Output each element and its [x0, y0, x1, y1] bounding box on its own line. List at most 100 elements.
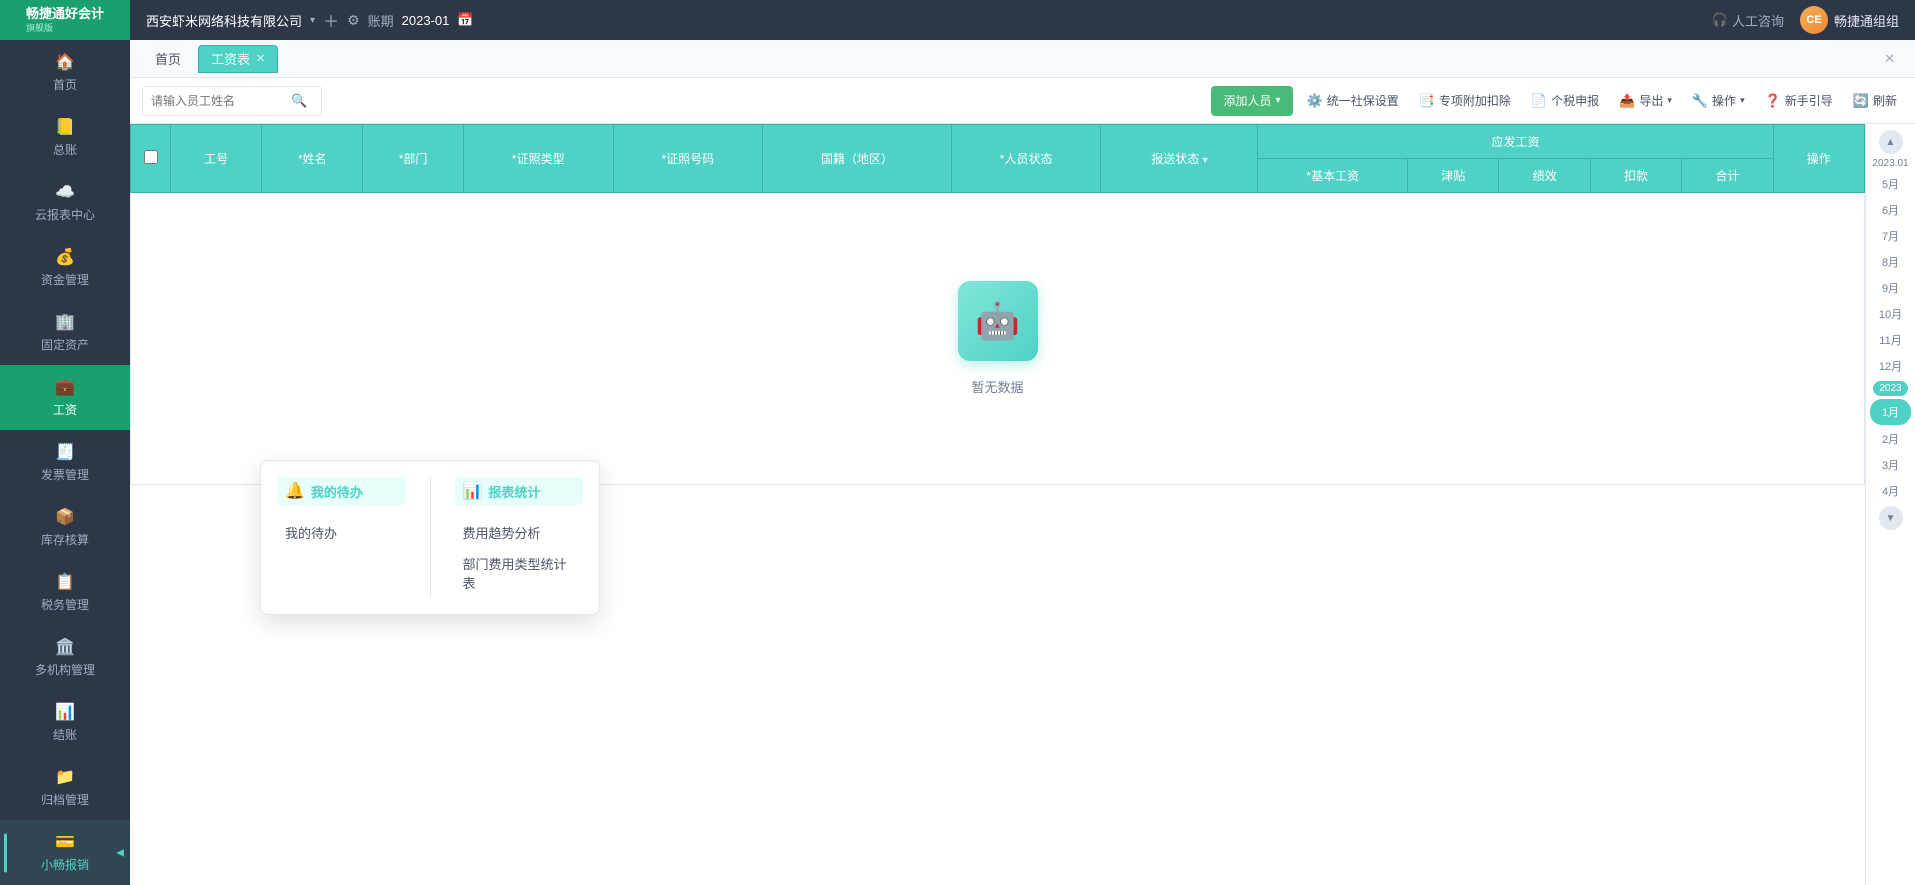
- timeline-month-mar[interactable]: 3月: [1866, 452, 1915, 478]
- sidebar-label-invoice: 发票管理: [41, 466, 89, 483]
- top-right: 🎧 人工咨询 CE 畅捷通组组: [1712, 6, 1915, 34]
- archive-icon: 📁: [55, 767, 75, 787]
- operations-icon: 🔧: [1692, 93, 1708, 109]
- multi-org-icon: 🏛️: [55, 637, 75, 657]
- sidebar-item-cloud-report[interactable]: ☁️ 云报表中心: [0, 170, 130, 235]
- sidebar-item-archive[interactable]: 📁 归档管理: [0, 755, 130, 820]
- tab-home[interactable]: 首页: [142, 45, 194, 73]
- timeline-month-9[interactable]: 9月: [1866, 275, 1915, 301]
- operations-button[interactable]: 🔧 操作 ▾: [1686, 92, 1751, 109]
- timeline-nav-down[interactable]: ▼: [1879, 506, 1903, 530]
- chevron-down-icon[interactable]: ▾: [310, 15, 315, 26]
- guide-icon: ❓: [1765, 93, 1781, 109]
- refresh-label: 刷新: [1873, 92, 1897, 109]
- table-header-employee-id: 工号: [171, 125, 262, 193]
- timeline-month-5[interactable]: 5月: [1866, 171, 1915, 197]
- timeline-nav-up[interactable]: ▲: [1879, 130, 1903, 154]
- tab-close-icon[interactable]: ✕: [256, 52, 265, 65]
- sidebar-item-invoice[interactable]: 🧾 发票管理: [0, 430, 130, 495]
- sidebar-label-tax: 税务管理: [41, 596, 89, 613]
- popup-section-report-title[interactable]: 📊 报表统计: [455, 477, 584, 505]
- special-deduction-button[interactable]: 📑 专项附加扣除: [1413, 92, 1517, 109]
- timeline-month-8[interactable]: 8月: [1866, 249, 1915, 275]
- tax-icon: 📋: [55, 572, 75, 592]
- add-person-label: 添加人员: [1223, 92, 1271, 109]
- sidebar-item-salary[interactable]: 💼 工资: [0, 365, 130, 430]
- social-insurance-icon: ⚙️: [1307, 93, 1323, 109]
- operations-label: 操作: [1712, 92, 1736, 109]
- sidebar-label-home: 首页: [53, 76, 77, 93]
- toolbar: 🔍 添加人员 ▾ ⚙️ 统一社保设置 📑 专项附加扣除 📄 个税申报 📤 导出: [130, 78, 1915, 124]
- user-name: 畅捷通组组: [1834, 11, 1899, 30]
- table-subheader-deductions: 扣款: [1590, 159, 1681, 193]
- logo-area: 畅捷通好会计 旗舰版: [0, 0, 130, 40]
- timeline-month-7[interactable]: 7月: [1866, 223, 1915, 249]
- sidebar-label-fund: 资金管理: [41, 271, 89, 288]
- sidebar-item-ledger[interactable]: 📒 总账: [0, 105, 130, 170]
- report-filter-icon[interactable]: ▾: [1203, 155, 1208, 166]
- company-name[interactable]: 西安虾米网络科技有限公司: [146, 11, 302, 30]
- sidebar: 🏠 首页 📒 总账 ☁️ 云报表中心 💰 资金管理 🏢 固定资产 💼 工资 🧾 …: [0, 40, 130, 885]
- popup-item-dept-cost[interactable]: 部门费用类型统计表: [455, 548, 584, 598]
- inventory-icon: 📦: [55, 507, 75, 527]
- timeline-month-12[interactable]: 12月: [1866, 353, 1915, 379]
- report-section-icon: 📊: [463, 481, 483, 501]
- social-insurance-button[interactable]: ⚙️ 统一社保设置: [1301, 92, 1405, 109]
- expense-icon: 💳: [55, 832, 75, 852]
- export-button[interactable]: 📤 导出 ▾: [1613, 92, 1678, 109]
- sidebar-item-fixed-assets[interactable]: 🏢 固定资产: [0, 300, 130, 365]
- user-area[interactable]: CE 畅捷通组组: [1800, 6, 1899, 34]
- timeline-month-jan[interactable]: 1月: [1870, 399, 1911, 425]
- table-header-nationality: 国籍（地区）: [763, 125, 952, 193]
- sidebar-item-fund[interactable]: 💰 资金管理: [0, 235, 130, 300]
- close-panel-icon[interactable]: ✕: [1884, 51, 1895, 67]
- table-header-should-pay: 应发工资: [1258, 125, 1773, 159]
- avatar-initials: CE: [1806, 14, 1821, 26]
- search-input[interactable]: [151, 94, 291, 108]
- table-subheader-bonus: 津贴: [1408, 159, 1499, 193]
- empty-icon: 🤖: [958, 281, 1038, 361]
- sidebar-item-tax[interactable]: 📋 税务管理: [0, 560, 130, 625]
- timeline-month-11[interactable]: 11月: [1866, 327, 1915, 353]
- table-subheader-total: 合计: [1682, 159, 1773, 193]
- sidebar-item-multi-org[interactable]: 🏛️ 多机构管理: [0, 625, 130, 690]
- add-person-chevron-icon: ▾: [1275, 95, 1280, 106]
- customer-service-button[interactable]: 🎧 人工咨询: [1712, 11, 1784, 30]
- social-insurance-label: 统一社保设置: [1327, 92, 1399, 109]
- ledger-icon: 📒: [55, 117, 75, 137]
- popup-section-todo-title[interactable]: 🔔 我的待办: [277, 477, 406, 505]
- search-box: 🔍: [142, 86, 322, 116]
- tab-salary[interactable]: 工资表 ✕: [198, 45, 278, 73]
- popup-item-cost-trend[interactable]: 费用趋势分析: [455, 517, 584, 548]
- calendar-icon[interactable]: 📅: [457, 12, 473, 28]
- settings-icon[interactable]: ⚙: [347, 12, 360, 29]
- sidebar-item-home[interactable]: 🏠 首页: [0, 40, 130, 105]
- sidebar-label-cloud: 云报表中心: [35, 206, 95, 223]
- add-person-button[interactable]: 添加人员 ▾: [1211, 86, 1292, 116]
- personal-tax-button[interactable]: 📄 个税申报: [1525, 92, 1605, 109]
- sidebar-label-fixed: 固定资产: [41, 336, 89, 353]
- add-company-icon[interactable]: ＋: [323, 8, 339, 32]
- timeline-month-6[interactable]: 6月: [1866, 197, 1915, 223]
- timeline-month-apr[interactable]: 4月: [1866, 478, 1915, 504]
- table-header-id-number: *证照号码: [613, 125, 763, 193]
- sidebar-label-salary: 工资: [53, 401, 77, 418]
- guide-button[interactable]: ❓ 新手引导: [1759, 92, 1839, 109]
- timeline-year-2023-badge: 2023: [1873, 381, 1907, 396]
- building-icon: 🏢: [55, 312, 75, 332]
- popup-item-my-todo[interactable]: 我的待办: [277, 517, 406, 548]
- refresh-button[interactable]: 🔄 刷新: [1847, 92, 1903, 109]
- tabs-bar: 首页 工资表 ✕ ✕: [130, 40, 1915, 78]
- table-header-person-status: *人员状态: [951, 125, 1101, 193]
- todo-section-icon: 🔔: [285, 481, 305, 501]
- sidebar-item-expense[interactable]: 💳 小畅报销 ◀: [0, 820, 130, 885]
- timeline-month-10[interactable]: 10月: [1866, 301, 1915, 327]
- sidebar-item-settlement[interactable]: 📊 结账: [0, 690, 130, 755]
- select-all-checkbox[interactable]: [144, 150, 158, 164]
- sidebar-item-inventory[interactable]: 📦 库存核算: [0, 495, 130, 560]
- refresh-icon: 🔄: [1853, 93, 1869, 109]
- timeline-month-feb[interactable]: 2月: [1866, 426, 1915, 452]
- sidebar-label-archive: 归档管理: [41, 791, 89, 808]
- export-icon: 📤: [1619, 93, 1635, 109]
- table-header-name: *姓名: [262, 125, 363, 193]
